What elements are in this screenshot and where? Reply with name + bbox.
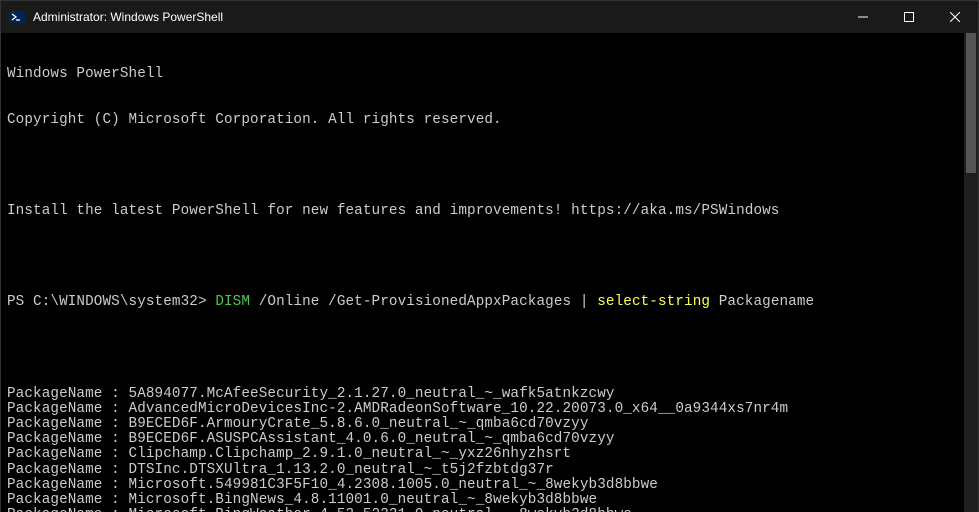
package-line: PackageName : B9ECED6F.ArmouryCrate_5.8.…	[7, 417, 958, 432]
terminal-output[interactable]: Windows PowerShell Copyright (C) Microso…	[1, 33, 964, 512]
scrollbar-thumb[interactable]	[966, 33, 976, 173]
header-line: Windows PowerShell	[7, 67, 958, 82]
package-list: PackageName : 5A894077.McAfeeSecurity_2.…	[7, 387, 958, 512]
close-button[interactable]	[932, 1, 978, 33]
package-line: PackageName : DTSInc.DTSXUltra_1.13.2.0_…	[7, 463, 958, 478]
blank-line	[7, 341, 958, 356]
install-msg-line: Install the latest PowerShell for new fe…	[7, 204, 958, 219]
minimize-button[interactable]	[840, 1, 886, 33]
command-line: PS C:\WINDOWS\system32> DISM /Online /Ge…	[7, 295, 958, 310]
package-line: PackageName : AdvancedMicroDevicesInc-2.…	[7, 402, 958, 417]
package-line: PackageName : B9ECED6F.ASUSPCAssistant_4…	[7, 432, 958, 447]
content-wrap: Windows PowerShell Copyright (C) Microso…	[1, 33, 978, 512]
cmd-executable: DISM	[215, 294, 250, 310]
maximize-button[interactable]	[886, 1, 932, 33]
cmd-tail: Packagename	[710, 294, 814, 310]
cmd-pipe: |	[580, 294, 589, 310]
prompt-text: PS C:\WINDOWS\system32>	[7, 294, 215, 310]
window-controls	[840, 1, 978, 33]
package-line: PackageName : 5A894077.McAfeeSecurity_2.…	[7, 387, 958, 402]
titlebar[interactable]: Administrator: Windows PowerShell	[1, 1, 978, 33]
package-line: PackageName : Microsoft.BingWeather_4.53…	[7, 508, 958, 512]
powershell-window: Administrator: Windows PowerShell Window…	[0, 0, 979, 512]
package-line: PackageName : Microsoft.549981C3F5F10_4.…	[7, 478, 958, 493]
window-title: Administrator: Windows PowerShell	[33, 10, 840, 24]
blank-line	[7, 250, 958, 265]
package-line: PackageName : Clipchamp.Clipchamp_2.9.1.…	[7, 447, 958, 462]
maximize-icon	[904, 12, 914, 22]
package-line: PackageName : Microsoft.BingNews_4.8.110…	[7, 493, 958, 508]
powershell-icon	[9, 9, 25, 25]
copyright-line: Copyright (C) Microsoft Corporation. All…	[7, 113, 958, 128]
minimize-icon	[858, 12, 868, 22]
cmd-args: /Online /Get-ProvisionedAppxPackages	[250, 294, 580, 310]
scrollbar[interactable]	[964, 33, 978, 512]
cmd-select: select-string	[589, 294, 711, 310]
close-icon	[950, 12, 960, 22]
blank-line	[7, 159, 958, 174]
